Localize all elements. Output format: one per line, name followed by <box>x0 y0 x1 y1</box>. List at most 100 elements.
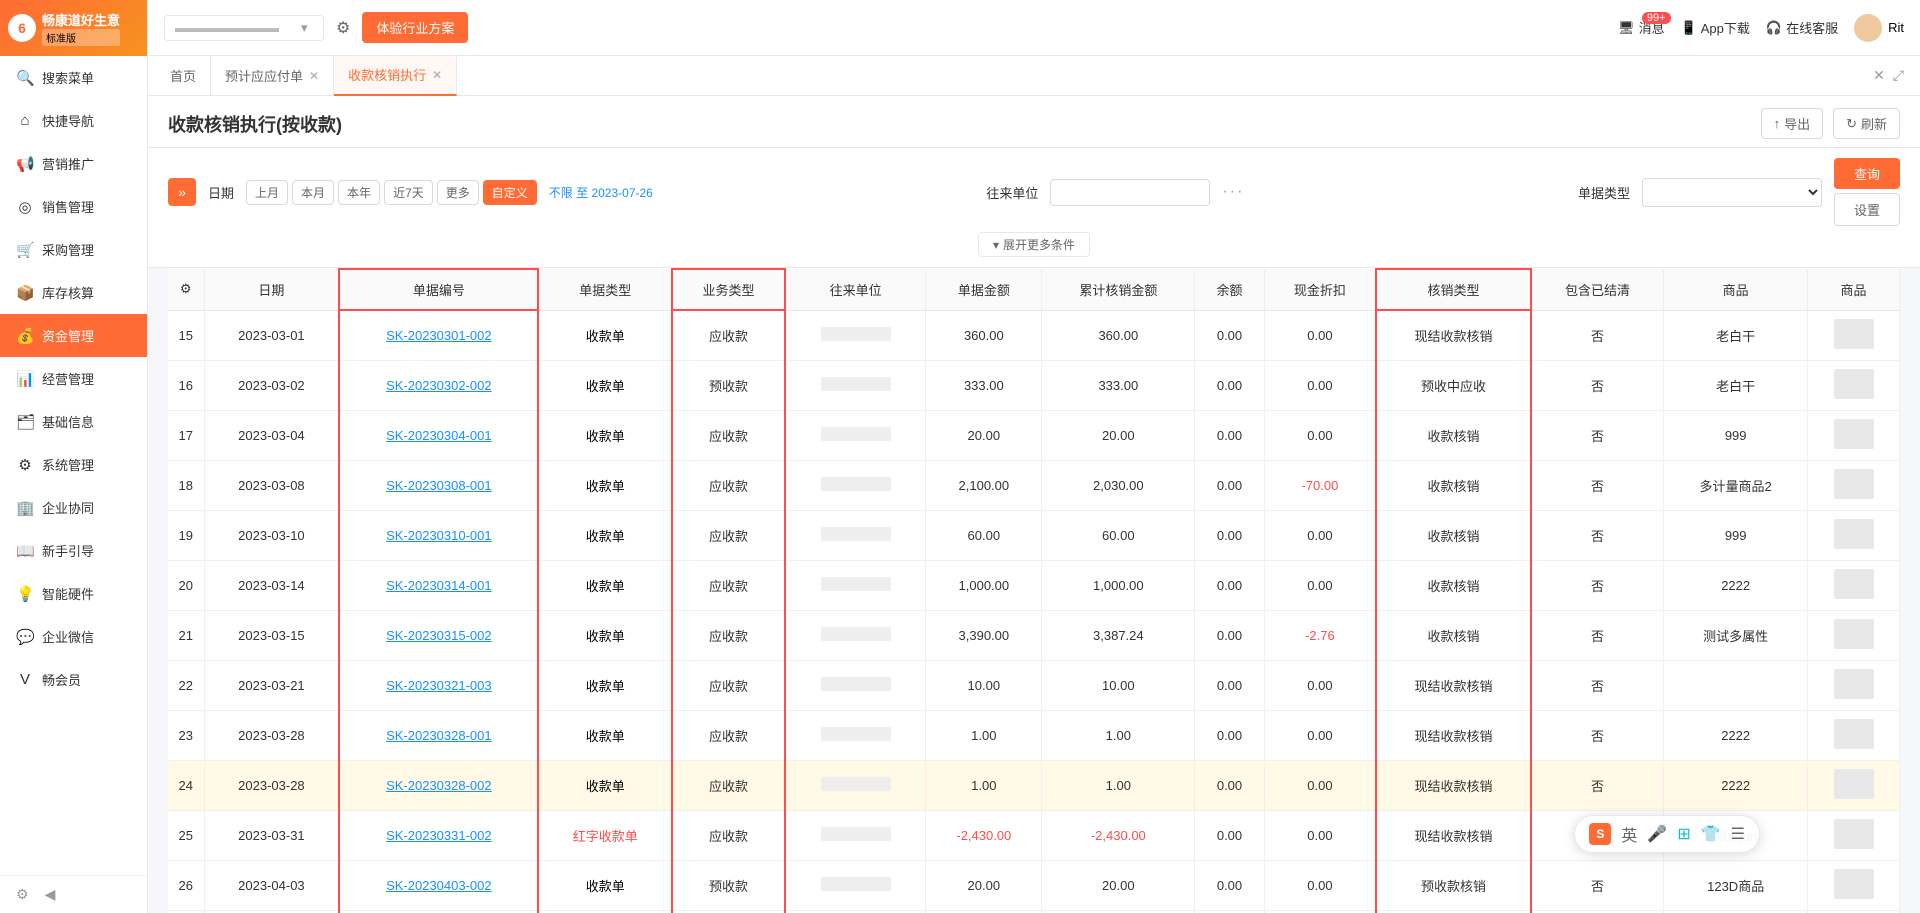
voucher-link[interactable]: SK-20230328-002 <box>386 778 492 793</box>
cell-biz-type: 应收款 <box>672 560 785 610</box>
voucher-link[interactable]: SK-20230403-002 <box>386 878 492 893</box>
voucher-link[interactable]: SK-20230331-002 <box>386 828 492 843</box>
sidebar-item-finance[interactable]: 💰 资金管理 <box>0 314 147 357</box>
member-icon: V <box>16 671 34 688</box>
company-selector[interactable]: ▬▬▬▬▬▬▬▬ ▾ <box>164 15 324 41</box>
cell-voucher-type: 收款单 <box>538 710 672 760</box>
sidebar-item-member[interactable]: V 畅会员 <box>0 658 147 701</box>
voucher-link[interactable]: SK-20230328-001 <box>386 728 492 743</box>
voucher-link[interactable]: SK-20230310-001 <box>386 528 492 543</box>
marketing-icon: 📢 <box>16 155 34 173</box>
sidebar-item-guide[interactable]: 📖 新手引导 <box>0 529 147 572</box>
sidebar-item-corp[interactable]: 🏢 企业协同 <box>0 486 147 529</box>
voucher-link[interactable]: SK-20230315-002 <box>386 628 492 643</box>
cell-product1: 测试多属性 <box>1664 610 1808 660</box>
voucher-link[interactable]: SK-20230321-003 <box>386 678 492 693</box>
sidebar-item-basic[interactable]: 🗂 基础信息 <box>0 400 147 443</box>
voucher-link[interactable]: SK-20230301-002 <box>386 328 492 343</box>
date-btn-lastmonth[interactable]: 上月 <box>246 180 288 205</box>
voucher-link[interactable]: SK-20230308-001 <box>386 478 492 493</box>
table-row: 15 2023-03-01 SK-20230301-002 收款单 应收款 36… <box>168 310 1900 360</box>
tab-receipt[interactable]: 收款核销执行 ✕ <box>334 56 457 96</box>
tab-prepay[interactable]: 预计应应付单 ✕ <box>211 56 334 96</box>
search-icon: 🔍 <box>16 69 34 87</box>
user-area[interactable]: Rit <box>1854 14 1904 42</box>
cell-voucher-type: 红字收款单 <box>538 810 672 860</box>
cell-write-off-type: 现结收款核销 <box>1376 660 1531 710</box>
cell-date: 2023-03-28 <box>204 710 339 760</box>
refresh-button[interactable]: ↻ 刷新 <box>1833 108 1900 139</box>
sidebar-item-business[interactable]: 📊 经营管理 <box>0 357 147 400</box>
voucher-link[interactable]: SK-20230304-001 <box>386 428 492 443</box>
setting-button[interactable]: 设置 <box>1834 193 1900 226</box>
cell-cash-discount: 0.00 <box>1264 410 1376 460</box>
settings-icon[interactable]: ⚙ <box>16 886 29 903</box>
tabbar: 首页 预计应应付单 ✕ 收款核销执行 ✕ ✕ ⤢ <box>148 56 1920 96</box>
cell-no: 18 <box>168 460 204 510</box>
expand-window-icon[interactable]: ⤢ <box>1893 67 1904 84</box>
app-download-btn[interactable]: 📱 App下载 <box>1681 18 1750 37</box>
export-button[interactable]: ↑ 导出 <box>1761 108 1824 139</box>
partner-label: 往来单位 <box>986 183 1038 202</box>
th-partner: 往来单位 <box>785 269 926 310</box>
sidebar-item-inventory[interactable]: 📦 库存核算 <box>0 271 147 314</box>
cell-balance: 0.00 <box>1195 510 1264 560</box>
voucher-link[interactable]: SK-20230302-002 <box>386 378 492 393</box>
date-btn-thismonth[interactable]: 本月 <box>292 180 334 205</box>
voucher-link[interactable]: SK-20230314-001 <box>386 578 492 593</box>
tab-receipt-close[interactable]: ✕ <box>432 68 442 82</box>
th-product2: 商品 <box>1808 269 1900 310</box>
sidebar-item-search[interactable]: 🔍 搜索菜单 <box>0 56 147 99</box>
collapse-icon[interactable]: ◀ <box>45 886 56 903</box>
cell-accum-amount: 1.00 <box>1042 710 1195 760</box>
column-settings-icon[interactable]: ⚙ <box>180 281 192 296</box>
sidebar-item-hardware[interactable]: 💡 智能硬件 <box>0 572 147 615</box>
cell-product1: 老白干 <box>1664 360 1808 410</box>
sidebar-item-system[interactable]: ⚙ 系统管理 <box>0 443 147 486</box>
float-menu-icon[interactable]: ☰ <box>1731 824 1745 844</box>
sidebar-item-wechat[interactable]: 💬 企业微信 <box>0 615 147 658</box>
tab-home[interactable]: 首页 <box>156 56 211 96</box>
th-cash-discount: 现金折扣 <box>1264 269 1376 310</box>
cell-voucher-no: SK-20230321-003 <box>339 660 538 710</box>
solution-button[interactable]: 体验行业方案 <box>362 12 468 43</box>
cell-voucher-no: SK-20230310-001 <box>339 510 538 560</box>
expand-conditions-button[interactable]: ▾ 展开更多条件 <box>978 232 1090 257</box>
float-cn-icon[interactable]: 英 <box>1621 822 1637 846</box>
sidebar-item-purchase[interactable]: 🛒 采购管理 <box>0 228 147 271</box>
cell-write-off-type: 收款核销 <box>1376 610 1531 660</box>
cell-no: 23 <box>168 710 204 760</box>
float-grid-icon[interactable]: ⊞ <box>1677 824 1690 844</box>
cell-biz-type: 预收款 <box>672 860 785 910</box>
filter-toggle[interactable]: » <box>168 178 196 206</box>
cell-balance: 0.00 <box>1195 310 1264 360</box>
float-shirt-icon[interactable]: 👕 <box>1701 824 1721 844</box>
th-write-off-type: 核销类型 <box>1376 269 1531 310</box>
cell-voucher-type: 收款单 <box>538 360 672 410</box>
topbar-gear-icon[interactable]: ⚙ <box>336 18 350 38</box>
service-btn[interactable]: 🎧 在线客服 <box>1766 18 1838 37</box>
sidebar-item-quicknav[interactable]: ⌂ 快捷导航 <box>0 99 147 142</box>
partner-input[interactable] <box>1050 179 1210 206</box>
date-btn-custom[interactable]: 自定义 <box>483 180 537 205</box>
export-icon: ↑ <box>1774 116 1781 131</box>
tab-prepay-label: 预计应应付单 <box>225 66 303 85</box>
cell-partner <box>785 810 926 860</box>
cell-no: 17 <box>168 410 204 460</box>
sidebar-item-sales[interactable]: ◎ 销售管理 <box>0 185 147 228</box>
sidebar-item-marketing[interactable]: 📢 营销推广 <box>0 142 147 185</box>
cell-include-settled: 否 <box>1531 610 1664 660</box>
close-all-icon[interactable]: ✕ <box>1873 67 1885 84</box>
date-btn-more[interactable]: 更多 <box>437 180 479 205</box>
query-button[interactable]: 查询 <box>1834 158 1900 189</box>
voucher-type-label: 单据类型 <box>1578 183 1630 202</box>
date-btn-thisyear[interactable]: 本年 <box>338 180 380 205</box>
float-logo: S <box>1589 823 1611 845</box>
message-btn[interactable]: 🖥 消息 99+ <box>1618 18 1665 37</box>
voucher-type-select[interactable] <box>1642 178 1822 207</box>
tab-prepay-close[interactable]: ✕ <box>309 69 319 83</box>
cell-voucher-type: 收款单 <box>538 560 672 610</box>
float-mic-icon[interactable]: 🎤 <box>1647 824 1667 844</box>
date-btn-7days[interactable]: 近7天 <box>384 180 433 205</box>
table-row: 21 2023-03-15 SK-20230315-002 收款单 应收款 3,… <box>168 610 1900 660</box>
